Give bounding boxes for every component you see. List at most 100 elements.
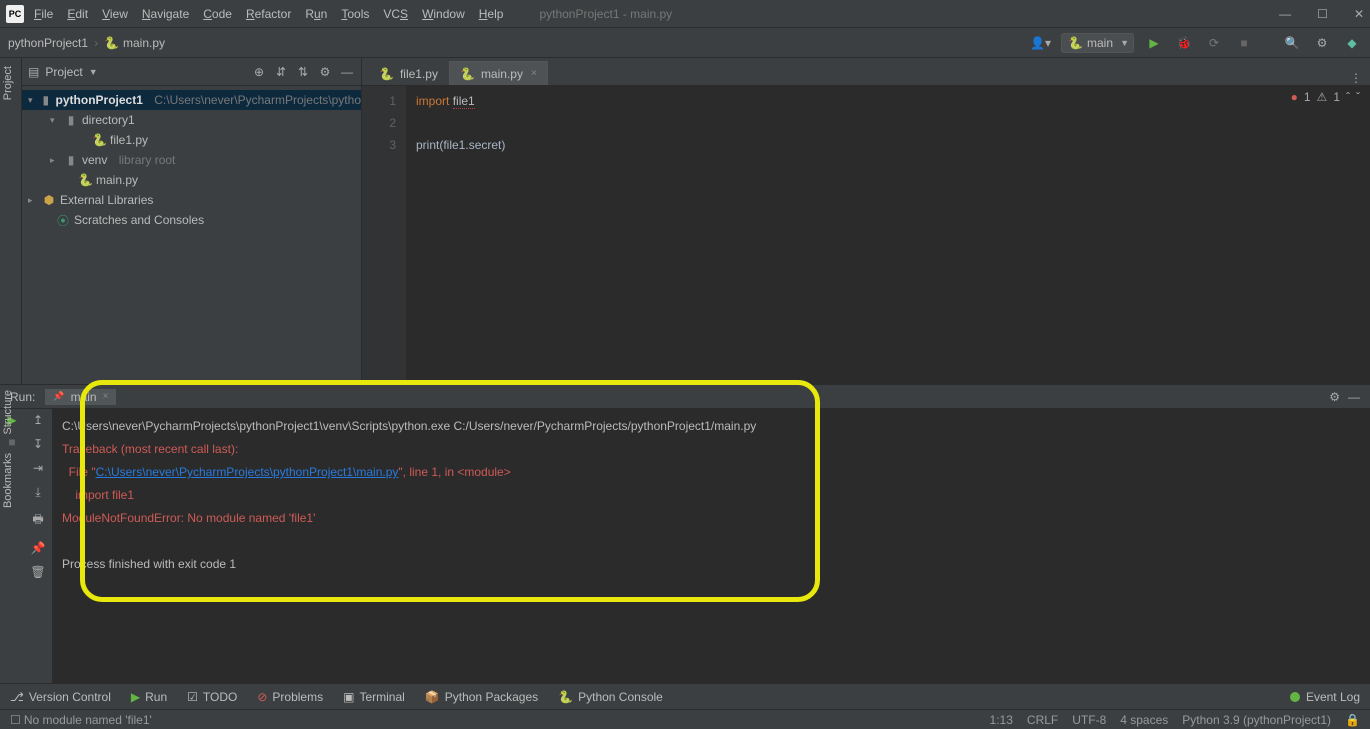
- status-caret-pos[interactable]: 1:13: [990, 713, 1013, 727]
- tree-file1[interactable]: 🐍 file1.py: [22, 130, 361, 150]
- menu-run[interactable]: Run: [305, 7, 327, 21]
- tool-terminal[interactable]: ▣Terminal: [343, 690, 405, 704]
- user-with-me-icon[interactable]: 👤▾: [1030, 36, 1051, 50]
- project-tool-header: ▤ Project ▼ ⊕ ⇵ ⇅ ⚙ ―: [22, 58, 361, 86]
- console-file-link[interactable]: C:\Users\never\PycharmProjects\pythonPro…: [96, 465, 399, 479]
- chevron-up-icon[interactable]: ˆ: [1346, 90, 1350, 104]
- up-icon[interactable]: ↥: [33, 413, 43, 427]
- chevron-down-icon[interactable]: ˇ: [1356, 90, 1360, 104]
- print-icon[interactable]: 🖶: [32, 510, 43, 531]
- structure-tool-tab[interactable]: Structure: [0, 384, 22, 441]
- gear-icon[interactable]: ⚙: [1329, 390, 1340, 404]
- chevron-down-icon[interactable]: ▼: [89, 67, 98, 77]
- tool-python-console[interactable]: 🐍Python Console: [558, 690, 663, 704]
- hide-icon[interactable]: ―: [339, 65, 355, 79]
- status-encoding[interactable]: UTF-8: [1072, 713, 1106, 727]
- tool-todo[interactable]: ☑TODO: [187, 690, 237, 704]
- tool-python-packages[interactable]: 📦Python Packages: [425, 690, 538, 704]
- tool-label: Python Packages: [445, 690, 538, 704]
- code-area[interactable]: import file1 print(file1.secret): [406, 86, 1370, 384]
- collapse-all-icon[interactable]: ⇅: [295, 65, 311, 79]
- project-tool-tab[interactable]: Project: [0, 58, 16, 108]
- tool-version-control[interactable]: ⎇Version Control: [10, 690, 111, 704]
- tree-scratches[interactable]: ⦿ Scratches and Consoles: [22, 210, 361, 230]
- run-config-selector[interactable]: 🐍 main ▼: [1061, 33, 1134, 53]
- hide-icon[interactable]: ―: [1348, 390, 1360, 404]
- gear-icon[interactable]: ⚙: [1312, 33, 1332, 53]
- down-icon[interactable]: ↧: [33, 437, 43, 451]
- left-stripe: Project: [0, 58, 22, 384]
- lock-icon[interactable]: 🔒: [1345, 713, 1360, 727]
- stop-button[interactable]: ■: [1234, 33, 1254, 53]
- close-icon[interactable]: ✕: [1354, 7, 1364, 21]
- gear-icon[interactable]: ⚙: [317, 65, 333, 79]
- tree-project-root[interactable]: ▾ ▮ pythonProject1 C:\Users\never\Pychar…: [22, 90, 361, 110]
- menu-tools[interactable]: Tools: [341, 7, 369, 21]
- close-tab-icon[interactable]: ×: [103, 391, 109, 402]
- error-icon: ●: [1291, 90, 1298, 104]
- tab-main[interactable]: 🐍 main.py ×: [449, 61, 548, 85]
- menu-vcs[interactable]: VCS: [383, 7, 408, 21]
- locate-icon[interactable]: ⊕: [251, 65, 267, 79]
- tool-event-log[interactable]: Event Log: [1290, 690, 1360, 704]
- tree-venv[interactable]: ▸ ▮ venv library root: [22, 150, 361, 170]
- chevron-right-icon[interactable]: ▸: [50, 155, 60, 166]
- project-tree[interactable]: ▾ ▮ pythonProject1 C:\Users\never\Pychar…: [22, 86, 361, 234]
- menu-refactor[interactable]: Refactor: [246, 7, 291, 21]
- bookmarks-tool-tab[interactable]: Bookmarks: [0, 447, 22, 514]
- code-with-me-icon[interactable]: ◆: [1342, 33, 1362, 53]
- menu-navigate[interactable]: Navigate: [142, 7, 189, 21]
- close-tab-icon[interactable]: ×: [531, 68, 537, 79]
- line-number: 2: [362, 112, 396, 134]
- chevron-down-icon[interactable]: ▾: [28, 95, 36, 106]
- line-gutter: 1 2 3: [362, 86, 406, 384]
- expand-all-icon[interactable]: ⇵: [273, 65, 289, 79]
- search-icon[interactable]: 🔍: [1282, 33, 1302, 53]
- run-tab-main[interactable]: 📌 main ×: [45, 389, 116, 405]
- breadcrumb: pythonProject1 › 🐍 main.py: [8, 36, 165, 50]
- status-line-sep[interactable]: CRLF: [1027, 713, 1058, 727]
- editor-body[interactable]: 1 2 3 import file1 print(file1.secret) ●…: [362, 86, 1370, 384]
- menu-edit[interactable]: Edit: [67, 7, 88, 21]
- tree-label: venv: [82, 153, 107, 167]
- menu-help[interactable]: Help: [479, 7, 504, 21]
- tabs-more-icon[interactable]: ⋮: [1350, 71, 1370, 85]
- tab-file1[interactable]: 🐍 file1.py: [368, 61, 449, 85]
- python-file-icon: 🐍: [104, 36, 119, 50]
- tree-label: main.py: [96, 173, 138, 187]
- menu-view[interactable]: View: [102, 7, 128, 21]
- tree-label: External Libraries: [60, 193, 153, 207]
- tool-run[interactable]: ▶Run: [131, 690, 167, 704]
- tool-label: Python Console: [578, 690, 663, 704]
- breadcrumb-file[interactable]: main.py: [123, 36, 165, 50]
- menu-file[interactable]: File: [34, 7, 53, 21]
- status-interpreter[interactable]: Python 3.9 (pythonProject1): [1182, 713, 1331, 727]
- menu-code[interactable]: Code: [203, 7, 232, 21]
- console-output[interactable]: C:\Users\never\PycharmProjects\pythonPro…: [52, 409, 1370, 684]
- pin-icon[interactable]: 📌: [31, 541, 46, 555]
- soft-wrap-icon[interactable]: ⇥: [33, 461, 43, 475]
- debug-button[interactable]: 🐞: [1174, 33, 1194, 53]
- trash-icon[interactable]: 🗑: [30, 565, 45, 579]
- tree-root-name: pythonProject1: [56, 93, 143, 107]
- minimize-icon[interactable]: ―: [1279, 7, 1291, 21]
- tree-directory1[interactable]: ▾ ▮ directory1: [22, 110, 361, 130]
- run-button[interactable]: ▶: [1144, 33, 1164, 53]
- chevron-right-icon[interactable]: ▸: [28, 195, 38, 206]
- tool-problems[interactable]: ⊘Problems: [257, 690, 323, 704]
- tree-external-libs[interactable]: ▸ ⬢ External Libraries: [22, 190, 361, 210]
- maximize-icon[interactable]: ☐: [1317, 7, 1328, 21]
- menu-window[interactable]: Window: [422, 7, 465, 21]
- run-header: Run: 📌 main × ⚙ ―: [0, 385, 1370, 409]
- run-with-coverage-button[interactable]: ⟳: [1204, 33, 1224, 53]
- inspection-indicator[interactable]: ●1 ⚠1 ˆ ˇ: [1291, 90, 1360, 104]
- breadcrumb-root[interactable]: pythonProject1: [8, 36, 88, 50]
- tool-label: Problems: [272, 690, 323, 704]
- project-tool-title[interactable]: Project: [45, 65, 82, 79]
- tab-label: main.py: [481, 67, 523, 81]
- tree-main[interactable]: 🐍 main.py: [22, 170, 361, 190]
- scroll-to-end-icon[interactable]: ⤓: [35, 485, 40, 500]
- code-ident: file1: [453, 94, 475, 109]
- status-indent[interactable]: 4 spaces: [1120, 713, 1168, 727]
- chevron-down-icon[interactable]: ▾: [50, 115, 60, 126]
